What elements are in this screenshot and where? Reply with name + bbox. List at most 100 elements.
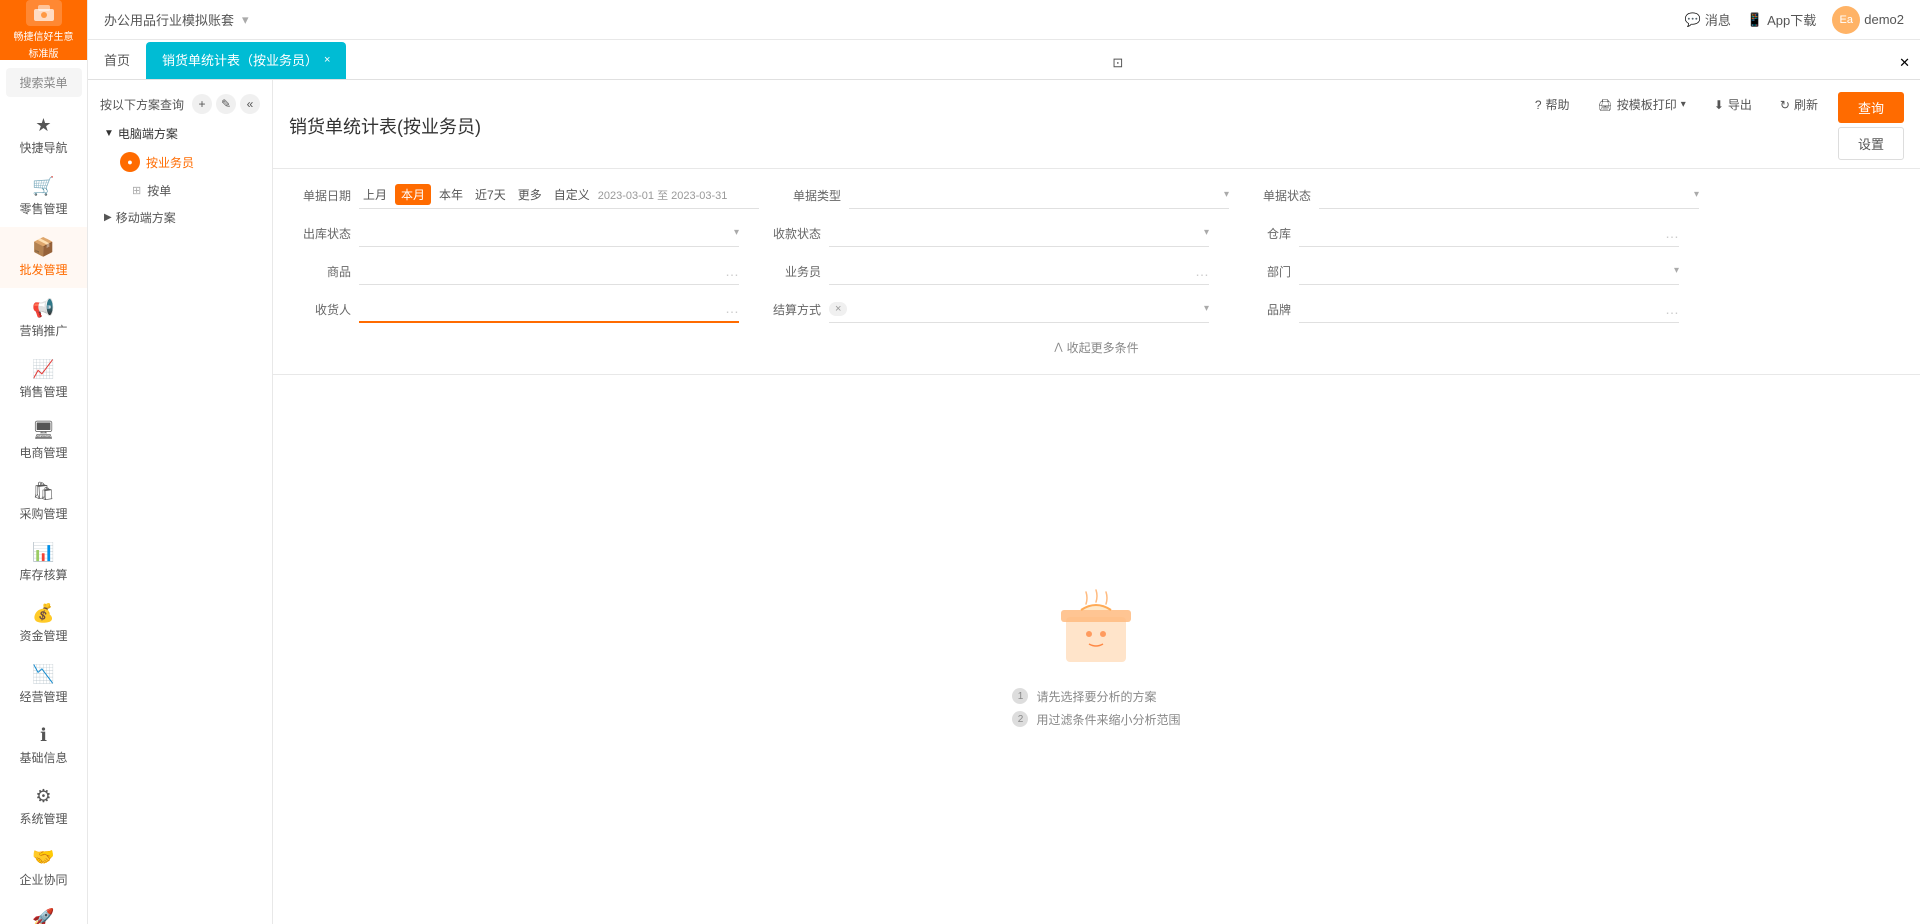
- filter-row-4: 收货人 … 结算方式 × ▾ 品牌 …: [289, 295, 1904, 323]
- collapse-filter-btn[interactable]: ⋀ 收起更多条件: [289, 333, 1904, 362]
- app-download-btn[interactable]: 📱 App下载: [1747, 10, 1816, 29]
- consignee-dots[interactable]: …: [725, 300, 739, 316]
- sidebar-item-inventory[interactable]: 📊 库存核算: [0, 532, 88, 593]
- help-btn[interactable]: ? 帮助: [1527, 92, 1578, 117]
- mobile-scheme-group[interactable]: ▶ 移动端方案: [96, 204, 272, 231]
- collapse-label: 收起更多条件: [1067, 339, 1139, 356]
- search-menu[interactable]: 搜索菜单: [6, 68, 82, 97]
- operations-icon: 📉: [32, 664, 54, 685]
- sales-icon: 📈: [32, 359, 54, 380]
- settlement-control[interactable]: × ▾: [829, 295, 1209, 323]
- hint-num-1: 1: [1012, 688, 1028, 704]
- data-area: 1 请先选择要分析的方案 2 用过滤条件来缩小分析范围: [273, 375, 1920, 924]
- query-button[interactable]: 查询: [1838, 92, 1904, 123]
- avatar: Ea: [1832, 6, 1860, 34]
- salesperson-control[interactable]: …: [829, 257, 1209, 285]
- docstatus-control[interactable]: ▾: [1319, 181, 1699, 209]
- brand-control[interactable]: …: [1299, 295, 1679, 323]
- message-btn[interactable]: 💬 消息: [1685, 10, 1731, 29]
- desktop-scheme-group-title[interactable]: ▼ 电脑端方案: [96, 120, 272, 147]
- salesperson-dots[interactable]: …: [1195, 263, 1209, 279]
- topbar-right: 💬 消息 📱 App下载 Ea demo2: [1685, 6, 1904, 34]
- goods-dots[interactable]: …: [725, 263, 739, 279]
- date-label: 单据日期: [289, 187, 359, 204]
- logo-icon: [26, 0, 62, 26]
- sidebar-item-operations[interactable]: 📉 经营管理: [0, 654, 88, 715]
- date-tab-thismonth[interactable]: 本月: [395, 184, 431, 205]
- goods-control[interactable]: …: [359, 257, 739, 285]
- scheme-by-salesperson[interactable]: ● 按业务员: [96, 147, 272, 177]
- date-control[interactable]: 上月 本月 本年 近7天 更多 自定义 2023-03-01 至 2023-03…: [359, 181, 759, 209]
- appdownload-icon: 📱: [1747, 12, 1763, 28]
- tab-expand-btn[interactable]: ⊡: [1102, 47, 1133, 79]
- tab-close-icon[interactable]: ×: [324, 54, 330, 66]
- sidebar-item-retail[interactable]: 🛒 零售管理: [0, 166, 88, 227]
- department-dropdown-icon[interactable]: ▾: [1674, 265, 1679, 276]
- newbie-icon: 🚀: [32, 908, 54, 924]
- sidebar-item-label: 经营管理: [19, 688, 67, 705]
- sidebar-item-system[interactable]: ⚙ 系统管理: [0, 776, 88, 837]
- app-logo: 畅捷信好生意 标准版: [0, 0, 88, 60]
- collection-label: 收款状态: [759, 225, 829, 242]
- doctype-dropdown-icon[interactable]: ▾: [1224, 189, 1229, 200]
- warehouse-label: 仓库: [1229, 225, 1299, 242]
- sidebar-item-quicknav[interactable]: ★ 快捷导航: [0, 105, 88, 166]
- doctype-label: 单据类型: [779, 187, 849, 204]
- doctype-control[interactable]: ▾: [849, 181, 1229, 209]
- warehouse-control[interactable]: …: [1299, 219, 1679, 247]
- sidebar-item-label: 零售管理: [19, 200, 67, 217]
- date-tab-lastmonth[interactable]: 上月: [359, 184, 391, 205]
- empty-hint-1: 1 请先选择要分析的方案: [1012, 688, 1180, 705]
- edit-scheme-btn[interactable]: ✎: [216, 94, 236, 114]
- date-tabs: 上月 本月 本年 近7天 更多 自定义: [359, 184, 594, 205]
- user-menu[interactable]: Ea demo2: [1832, 6, 1904, 34]
- chevron-right-icon: ▶: [104, 212, 112, 223]
- export-btn[interactable]: ⬇ 导出: [1706, 92, 1760, 117]
- consignee-label: 收货人: [289, 301, 359, 318]
- logo-subtext: 标准版: [29, 45, 59, 60]
- sidebar-item-wholesale[interactable]: 📦 批发管理: [0, 227, 88, 288]
- left-panel-title: 按以下方案查询 + ✎ «: [88, 88, 272, 120]
- settlement-clear-tag: ×: [829, 302, 847, 316]
- docstatus-dropdown-icon[interactable]: ▾: [1694, 189, 1699, 200]
- template-print-btn[interactable]: 🖨 按模板打印 ▾: [1590, 92, 1694, 117]
- collapse-panel-btn[interactable]: «: [240, 94, 260, 114]
- collection-control[interactable]: ▾: [829, 219, 1209, 247]
- sidebar-item-marketing[interactable]: 📢 营销推广: [0, 288, 88, 349]
- inventory-icon: 📊: [32, 542, 54, 563]
- date-tab-custom[interactable]: 自定义: [550, 184, 594, 205]
- date-tab-more[interactable]: 更多: [514, 184, 546, 205]
- tab-home[interactable]: 首页: [88, 42, 146, 79]
- sidebar-item-purchase[interactable]: 🛍 采购管理: [0, 471, 88, 532]
- collection-dropdown-icon[interactable]: ▾: [1204, 227, 1209, 238]
- consignee-control[interactable]: …: [359, 295, 739, 323]
- warehouse-dots[interactable]: …: [1665, 225, 1679, 241]
- page-actions: ? 帮助 🖨 按模板打印 ▾ ⬇ 导出 ↻: [1527, 92, 1826, 117]
- brand-dots[interactable]: …: [1665, 301, 1679, 317]
- department-control[interactable]: ▾: [1299, 257, 1679, 285]
- refresh-btn[interactable]: ↻ 刷新: [1772, 92, 1826, 117]
- sidebar-item-collab[interactable]: 🤝 企业协同: [0, 837, 88, 898]
- goods-label: 商品: [289, 263, 359, 280]
- outstatus-control[interactable]: ▾: [359, 219, 739, 247]
- tab-sales-stat[interactable]: 销货单统计表（按业务员） ×: [146, 42, 346, 79]
- mobile-scheme-label: 移动端方案: [116, 209, 176, 226]
- sidebar-item-label: 批发管理: [19, 261, 67, 278]
- date-tab-thisyear[interactable]: 本年: [435, 184, 467, 205]
- sidebar-item-sales[interactable]: 📈 销售管理: [0, 349, 88, 410]
- window-close-btn[interactable]: ✕: [1889, 47, 1920, 79]
- settlement-clear-x[interactable]: ×: [835, 303, 841, 315]
- sidebar-item-ecommerce[interactable]: 🖥 电商管理: [0, 410, 88, 471]
- sidebar-item-finance[interactable]: 💰 资金管理: [0, 593, 88, 654]
- scheme-by-order[interactable]: ⊞ 按单: [96, 177, 272, 204]
- system-icon: ⚙: [35, 786, 51, 807]
- date-tab-7days[interactable]: 近7天: [471, 184, 510, 205]
- outstatus-dropdown-icon[interactable]: ▾: [734, 227, 739, 238]
- setting-button[interactable]: 设置: [1838, 127, 1904, 160]
- settlement-dropdown-icon[interactable]: ▾: [1204, 303, 1209, 314]
- filter-row-1: 单据日期 上月 本月 本年 近7天 更多 自定义 2023-03-01 至 20…: [289, 181, 1904, 209]
- sidebar-item-basicinfo[interactable]: ℹ 基础信息: [0, 715, 88, 776]
- sidebar-item-newbie[interactable]: 🚀 新手引导: [0, 898, 88, 924]
- breadcrumb-arrow[interactable]: ▾: [242, 12, 249, 28]
- add-scheme-btn[interactable]: +: [192, 94, 212, 114]
